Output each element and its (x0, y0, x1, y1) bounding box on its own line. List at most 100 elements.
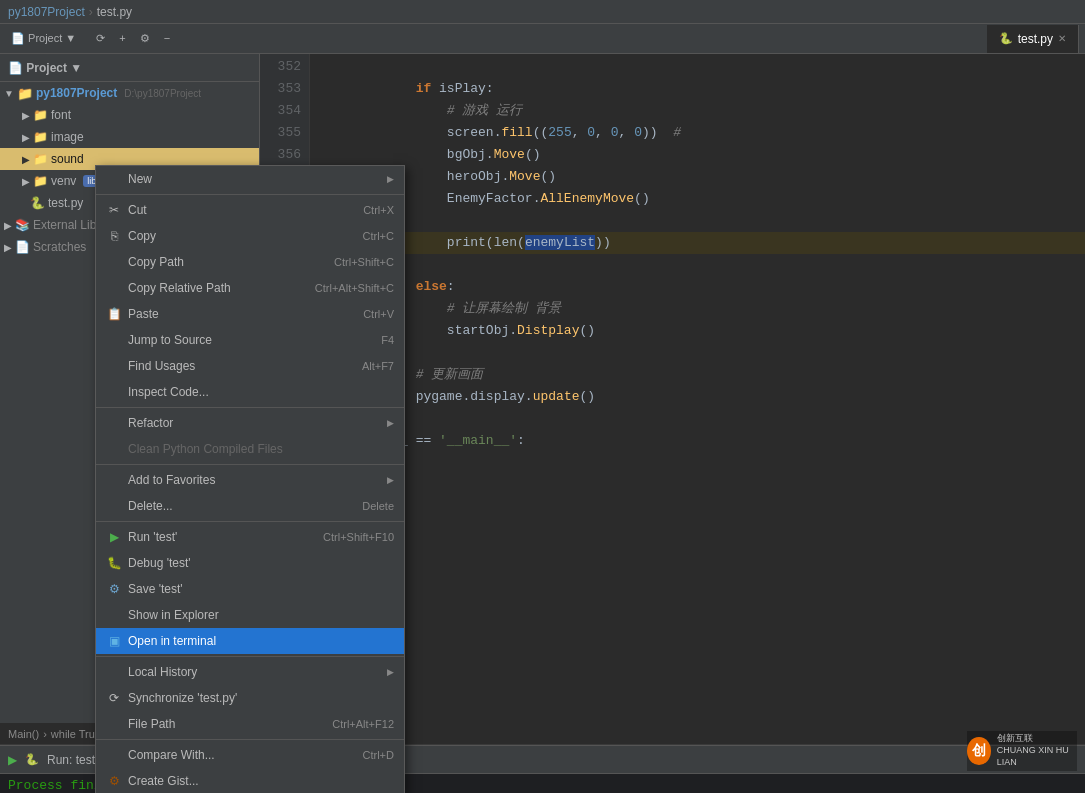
folder-icon-image: 📁 (33, 130, 48, 144)
code-line-368 (322, 408, 1085, 430)
ctx-fav-icon (106, 472, 122, 488)
ctx-file-path[interactable]: File Path Ctrl+Alt+F12 (96, 711, 404, 737)
ctx-sep-1 (96, 194, 404, 195)
ctx-refactor[interactable]: Refactor (96, 410, 404, 436)
ctx-new[interactable]: New (96, 166, 404, 192)
ctx-sync-left: ⟳ Synchronize 'test.py' (106, 690, 237, 706)
ctx-copy-rel-icon (106, 280, 122, 296)
ctx-copy-path-left: Copy Path (106, 254, 184, 270)
tab-test-py[interactable]: 🐍 test.py ✕ (987, 25, 1079, 53)
ctx-open-terminal[interactable]: ▣ Open in terminal (96, 628, 404, 654)
ctx-gist-icon: ⚙ (106, 773, 122, 789)
ctx-new-label: New (128, 172, 152, 186)
tree-item-font[interactable]: ▶ 📁 font (0, 104, 259, 126)
image-arrow: ▶ (22, 132, 30, 143)
ctx-hist-label: Local History (128, 665, 197, 679)
bc-main[interactable]: Main() (8, 728, 39, 740)
ctx-debug-icon: 🐛 (106, 555, 122, 571)
ctx-create-gist[interactable]: ⚙ Create Gist... (96, 768, 404, 793)
ctx-copy-icon: ⎘ (106, 228, 122, 244)
folder-icon-font: 📁 (33, 108, 48, 122)
ctx-paste[interactable]: 📋 Paste Ctrl+V (96, 301, 404, 327)
ctx-clean-label: Clean Python Compiled Files (128, 442, 283, 456)
ctx-debug-test[interactable]: 🐛 Debug 'test' (96, 550, 404, 576)
ctx-fav-left: Add to Favorites (106, 472, 215, 488)
folder-label-sound: sound (51, 152, 84, 166)
ctx-clean-python[interactable]: Clean Python Compiled Files (96, 436, 404, 462)
ctx-find-left: Find Usages (106, 358, 195, 374)
ctx-new-left: New (106, 171, 152, 187)
toolbar-settings[interactable]: ⚙ (135, 30, 155, 47)
ctx-terminal-label: Open in terminal (128, 634, 216, 648)
tab-label: test.py (1018, 32, 1053, 46)
ctx-show-icon (106, 607, 122, 623)
folder-label-image: image (51, 130, 84, 144)
project-dropdown[interactable]: 📄 Project ▼ (6, 30, 81, 47)
toolbar-minus[interactable]: − (159, 30, 175, 47)
code-content[interactable]: if isPlay: # 游戏 运行 screen.fill((255, 0, … (310, 54, 1085, 723)
ctx-save-test[interactable]: ⚙ Save 'test' (96, 576, 404, 602)
tree-item-image[interactable]: ▶ 📁 image (0, 126, 259, 148)
ctx-jump-source[interactable]: Jump to Source F4 (96, 327, 404, 353)
ctx-copy[interactable]: ⎘ Copy Ctrl+C (96, 223, 404, 249)
folder-label-font: font (51, 108, 71, 122)
ctx-find-usages[interactable]: Find Usages Alt+F7 (96, 353, 404, 379)
ctx-delete[interactable]: Delete... Delete (96, 493, 404, 519)
code-line-364: startObj.Distplay() (322, 320, 1085, 342)
ctx-hist-left: Local History (106, 664, 197, 680)
ctx-sync-label: Synchronize 'test.py' (128, 691, 237, 705)
file-label-testpy: test.py (48, 196, 83, 210)
ctx-find-shortcut: Alt+F7 (362, 360, 394, 372)
ctx-run-test[interactable]: ▶ Run 'test' Ctrl+Shift+F10 (96, 524, 404, 550)
ctx-debug-left: 🐛 Debug 'test' (106, 555, 191, 571)
expand-arrow: ▼ (4, 88, 14, 99)
sound-arrow: ▶ (22, 154, 30, 165)
code-line-358: EnemyFactor.AllEnemyMove() (322, 188, 1085, 210)
project-breadcrumb[interactable]: py1807Project (8, 5, 85, 19)
code-line-359 (322, 210, 1085, 232)
ctx-show-explorer[interactable]: Show in Explorer (96, 602, 404, 628)
ctx-local-history[interactable]: Local History (96, 659, 404, 685)
code-line-357: heroObj.Move() (322, 166, 1085, 188)
ctx-run-icon: ▶ (106, 529, 122, 545)
code-line-365 (322, 342, 1085, 364)
ctx-inspect-icon (106, 384, 122, 400)
ctx-inspect[interactable]: Inspect Code... (96, 379, 404, 405)
ctx-cut-shortcut: Ctrl+X (363, 204, 394, 216)
sidebar-header[interactable]: 📄 Project ▼ (0, 54, 259, 82)
ctx-copy-path[interactable]: Copy Path Ctrl+Shift+C (96, 249, 404, 275)
ctx-sep-6 (96, 739, 404, 740)
code-line-356: bgObj.Move() (322, 144, 1085, 166)
ctx-cmp-left: Compare With... (106, 747, 215, 763)
file-breadcrumb[interactable]: test.py (97, 5, 132, 19)
sidebar-title: 📄 Project ▼ (8, 61, 82, 75)
watermark-logo: 创 (967, 737, 991, 765)
ctx-copy-shortcut: Ctrl+C (363, 230, 394, 242)
ctx-cut[interactable]: ✂ Cut Ctrl+X (96, 197, 404, 223)
ctx-del-label: Delete... (128, 499, 173, 513)
code-line-361 (322, 254, 1085, 276)
code-line-366: # 更新画面 (322, 364, 1085, 386)
breadcrumb: py1807Project › test.py (8, 5, 132, 19)
bc-while[interactable]: while True (51, 728, 101, 740)
ctx-gist-left: ⚙ Create Gist... (106, 773, 199, 789)
ctx-save-left: ⚙ Save 'test' (106, 581, 183, 597)
ctx-copy-rel-path[interactable]: Copy Relative Path Ctrl+Alt+Shift+C (96, 275, 404, 301)
font-arrow: ▶ (22, 110, 30, 121)
code-line-353: if isPlay: (322, 78, 1085, 100)
ctx-sync[interactable]: ⟳ Synchronize 'test.py' (96, 685, 404, 711)
ctx-run-shortcut: Ctrl+Shift+F10 (323, 531, 394, 543)
ctx-copy-label: Copy (128, 229, 156, 243)
tree-item-project[interactable]: ▼ 📁 py1807Project D:\py1807Project (0, 82, 259, 104)
toolbar-sync[interactable]: ⟳ (91, 30, 110, 47)
ctx-favorites[interactable]: Add to Favorites (96, 467, 404, 493)
code-line-355: screen.fill((255, 0, 0, 0)) # (322, 122, 1085, 144)
ctx-refactor-icon (106, 415, 122, 431)
ctx-compare[interactable]: Compare With... Ctrl+D (96, 742, 404, 768)
ctx-run-left: ▶ Run 'test' (106, 529, 177, 545)
venv-arrow: ▶ (22, 176, 30, 187)
tab-close-icon[interactable]: ✕ (1058, 33, 1066, 44)
ctx-cmp-label: Compare With... (128, 748, 215, 762)
ctx-save-icon: ⚙ (106, 581, 122, 597)
toolbar-add[interactable]: + (114, 30, 130, 47)
